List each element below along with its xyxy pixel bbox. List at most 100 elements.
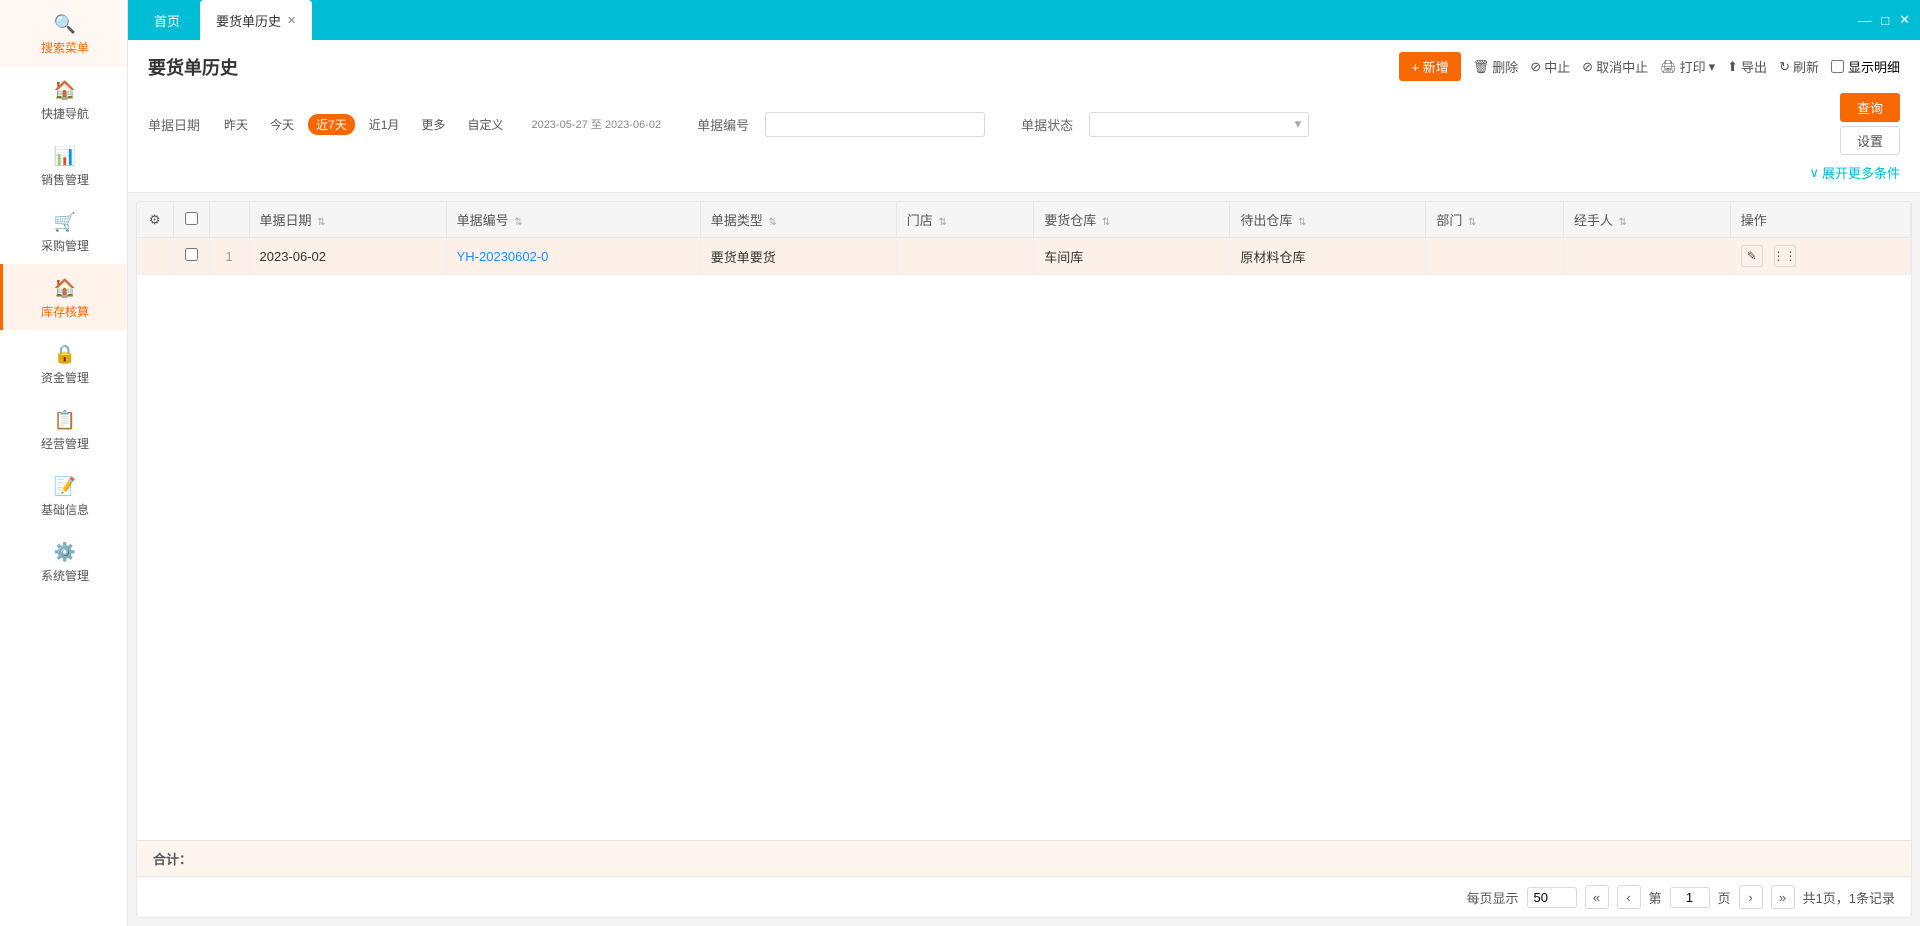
total-records: 共1页，1条记录: [1803, 888, 1895, 907]
sidebar-item-quicknav[interactable]: 🏠 快捷导航: [0, 66, 127, 132]
total-label: 合计：: [153, 849, 192, 868]
topbar-right: — □ ✕: [1858, 12, 1910, 28]
delete-label: 删除: [1492, 57, 1518, 76]
sidebar-item-search[interactable]: 🔍 搜索菜单: [0, 0, 127, 66]
print-icon: 🖨: [1660, 59, 1677, 75]
setting-button[interactable]: 设置: [1840, 126, 1900, 155]
main-table: ⚙ 单据日期 ⇅ 单据编号: [137, 202, 1911, 275]
first-page-icon: «: [1593, 890, 1600, 905]
sidebar-item-label: 系统管理: [41, 567, 89, 584]
row-doc-type-cell: 要货单要货: [700, 238, 896, 275]
page-label: 第: [1649, 888, 1662, 907]
sidebar-item-purchase[interactable]: 🛒 采购管理: [0, 198, 127, 264]
page-content: 要货单历史 + 新增 🗑 删除 ⊘ 中止 ⊘ 取消中止: [128, 40, 1920, 926]
date-range-display: 2023-05-27 至 2023-06-02: [531, 116, 661, 132]
tab-history-label: 要货单历史: [216, 11, 281, 30]
sort-handler-icon[interactable]: ⇅: [1619, 217, 1627, 228]
lock-icon: 🔒: [54, 344, 76, 365]
sidebar-item-label: 搜索菜单: [41, 39, 89, 56]
col-store: 门店 ⇅: [896, 202, 1033, 238]
table-area: ⚙ 单据日期 ⇅ 单据编号: [136, 201, 1912, 918]
row-doc-no-cell: YH-20230602-0: [446, 238, 700, 275]
tab-history[interactable]: 要货单历史 ✕: [200, 0, 312, 40]
window-minimize-icon[interactable]: —: [1858, 13, 1871, 28]
window-close-icon[interactable]: ✕: [1899, 12, 1910, 28]
cancel-stop-button[interactable]: ⊘ 取消中止: [1582, 57, 1648, 76]
select-all-checkbox[interactable]: [185, 212, 198, 225]
pagination: 每页显示 50 100 200 « ‹ 第 页 ›: [137, 876, 1911, 917]
print-arrow: ▾: [1709, 59, 1716, 75]
prev-page-icon: ‹: [1626, 890, 1630, 905]
doc-no-link[interactable]: YH-20230602-0: [457, 249, 549, 264]
edit-icon[interactable]: ✎: [1741, 245, 1763, 267]
first-page-button[interactable]: «: [1585, 885, 1609, 909]
page-size-select[interactable]: 50 100 200: [1527, 887, 1577, 908]
delete-button[interactable]: 🗑 删除: [1473, 57, 1519, 76]
col-checkbox: [173, 202, 209, 238]
sidebar-item-finance[interactable]: 🔒 资金管理: [0, 330, 127, 396]
per-page-label: 每页显示: [1466, 888, 1518, 907]
refresh-label: 刷新: [1793, 57, 1819, 76]
row-checkbox[interactable]: [185, 248, 198, 261]
page-number-input[interactable]: [1670, 887, 1710, 908]
col-req-warehouse: 要货仓库 ⇅: [1034, 202, 1230, 238]
refresh-button[interactable]: ↻ 刷新: [1779, 57, 1819, 76]
tab-close-icon[interactable]: ✕: [287, 14, 296, 27]
row-checkbox-cell: [173, 238, 209, 275]
query-action-btns: 查询 设置: [1840, 93, 1900, 155]
more-op-icon[interactable]: ⋮⋮: [1774, 245, 1796, 267]
sidebar-item-label: 销售管理: [41, 171, 89, 188]
sort-store-icon[interactable]: ⇅: [938, 217, 946, 228]
sidebar-item-operations[interactable]: 📋 经营管理: [0, 396, 127, 462]
column-settings-icon[interactable]: ⚙: [149, 212, 161, 227]
sort-req-warehouse-icon[interactable]: ⇅: [1102, 217, 1110, 228]
row-store-cell: [896, 238, 1033, 275]
row-req-warehouse-cell: 车间库: [1034, 238, 1230, 275]
page-header: 要货单历史 + 新增 🗑 删除 ⊘ 中止 ⊘ 取消中止: [128, 40, 1920, 193]
sort-doc-type-icon[interactable]: ⇅: [768, 217, 776, 228]
date-btn-today[interactable]: 今天: [262, 114, 302, 135]
sidebar-item-inventory[interactable]: 🏠 库存核算: [0, 264, 127, 330]
display-detail-checkbox[interactable]: [1831, 60, 1844, 73]
print-label: 打印: [1680, 57, 1706, 76]
date-btn-7days[interactable]: 近7天: [308, 114, 355, 135]
export-button[interactable]: ⬆ 导出: [1727, 57, 1767, 76]
cart-icon: 🛒: [54, 212, 76, 233]
add-button[interactable]: + 新增: [1399, 52, 1460, 81]
sidebar-item-sales[interactable]: 📊 销售管理: [0, 132, 127, 198]
prev-page-button[interactable]: ‹: [1617, 885, 1641, 909]
date-btn-more[interactable]: 更多: [413, 114, 453, 135]
sidebar-item-system[interactable]: ⚙️ 系统管理: [0, 528, 127, 594]
status-filter-label: 单据状态: [1021, 115, 1073, 134]
filter-row-2: ∨ 展开更多条件: [148, 163, 1900, 182]
col-dept: 部门 ⇅: [1426, 202, 1563, 238]
docno-filter-input[interactable]: [765, 112, 985, 137]
cancel-stop-label: 取消中止: [1596, 57, 1648, 76]
home-icon: 🏠: [54, 80, 76, 101]
date-btn-1month[interactable]: 近1月: [361, 114, 408, 135]
display-detail-toggle[interactable]: 显示明细: [1831, 57, 1900, 76]
sidebar-item-label: 资金管理: [41, 369, 89, 386]
inventory-icon: 🏠: [54, 278, 76, 299]
tab-home[interactable]: + 新增 首页: [138, 0, 196, 40]
sidebar-item-label: 基础信息: [41, 501, 89, 518]
status-filter-select[interactable]: [1089, 112, 1309, 137]
last-page-button[interactable]: »: [1771, 885, 1795, 909]
export-icon: ⬆: [1727, 59, 1738, 75]
window-maximize-icon[interactable]: □: [1881, 13, 1889, 28]
topbar: + 新增 首页 要货单历史 ✕ — □ ✕: [128, 0, 1920, 40]
sort-dept-icon[interactable]: ⇅: [1468, 217, 1476, 228]
query-button[interactable]: 查询: [1840, 93, 1900, 122]
next-page-button[interactable]: ›: [1739, 885, 1763, 909]
sort-doc-date-icon[interactable]: ⇅: [317, 217, 325, 228]
stop-button[interactable]: ⊘ 中止: [1530, 57, 1570, 76]
expand-more-btn[interactable]: ∨ 展开更多条件: [1809, 163, 1900, 182]
sidebar-item-basic[interactable]: 📝 基础信息: [0, 462, 127, 528]
date-btn-yesterday[interactable]: 昨天: [216, 114, 256, 135]
col-pending-warehouse: 待出仓库 ⇅: [1230, 202, 1426, 238]
date-btn-custom[interactable]: 自定义: [459, 114, 511, 135]
print-button[interactable]: 🖨 打印 ▾: [1660, 57, 1715, 76]
row-handler-cell: [1563, 238, 1730, 275]
sort-doc-no-icon[interactable]: ⇅: [514, 217, 522, 228]
sort-pending-warehouse-icon[interactable]: ⇅: [1298, 217, 1306, 228]
